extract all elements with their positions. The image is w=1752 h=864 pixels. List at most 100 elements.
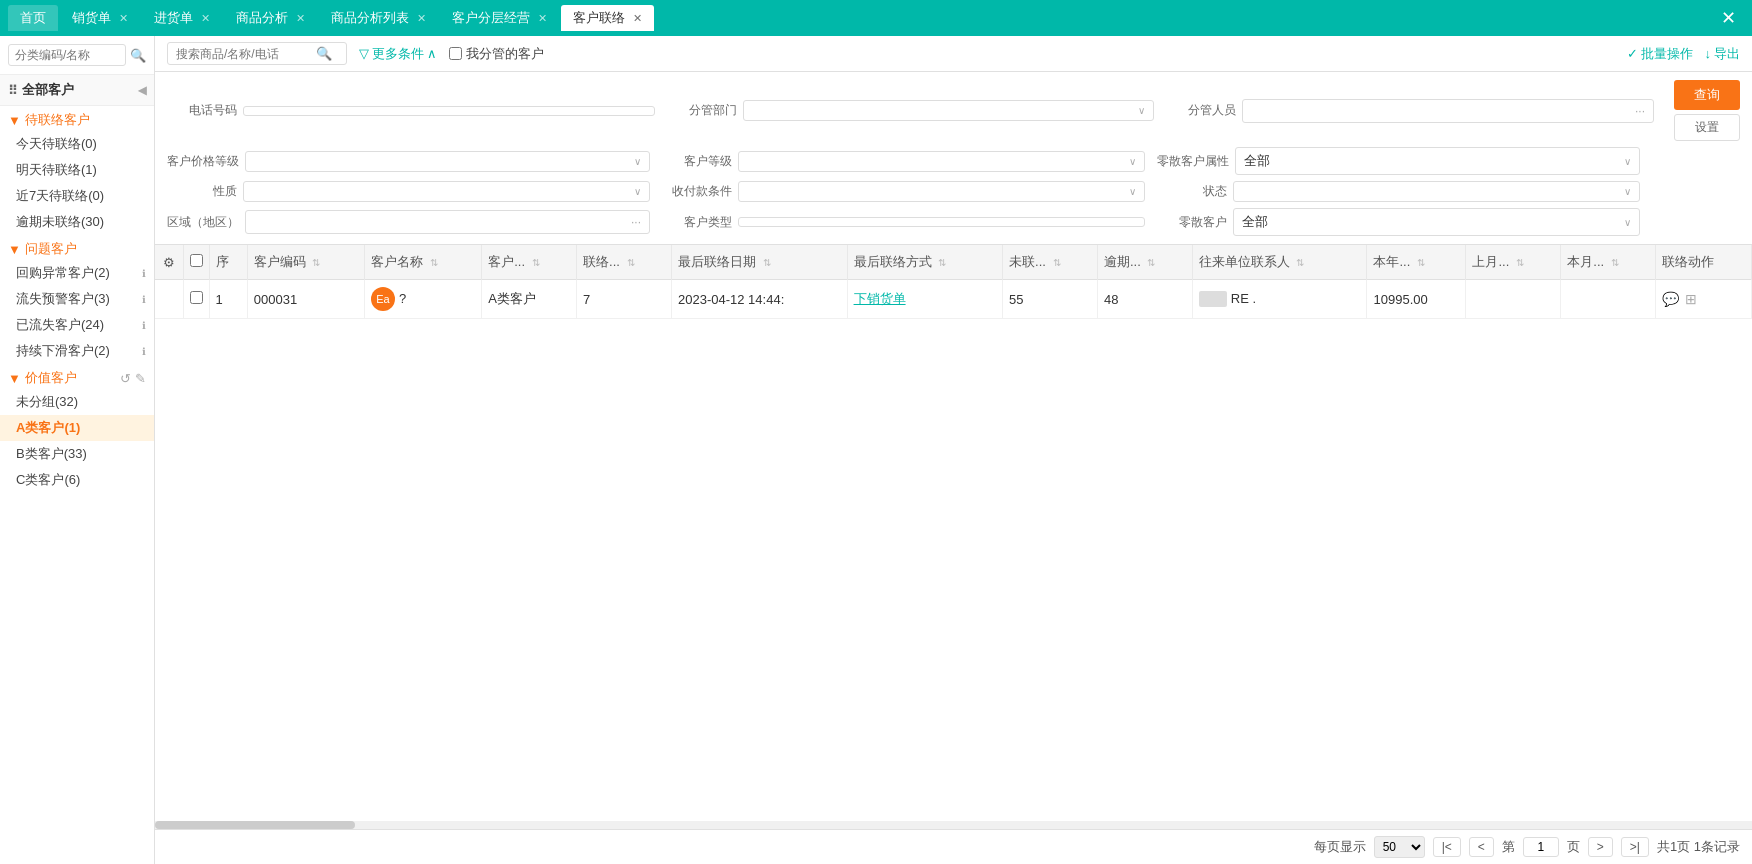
window-close-button[interactable]: ✕ [1713,7,1744,29]
col-this-month[interactable]: 本月... ⇅ [1561,245,1656,280]
sidebar-search-icon[interactable]: 🔍 [130,48,146,63]
sidebar-search-input[interactable] [8,44,126,66]
horizontal-scrollbar[interactable] [155,821,1752,829]
cell-code: 000031 [247,280,364,319]
sidebar-item-overdue[interactable]: 逾期未联络(30) [0,209,154,235]
batch-operation-button[interactable]: ✓ 批量操作 [1627,45,1693,63]
first-page-button[interactable]: |< [1433,837,1461,857]
scrollbar-thumb[interactable] [155,821,355,829]
sidebar-item-lost[interactable]: 已流失客户(24) ℹ [0,312,154,338]
sidebar-item-ungroup[interactable]: 未分组(32) [0,389,154,415]
filter-search-icon[interactable]: 🔍 [316,46,332,61]
tab-home[interactable]: 首页 [8,5,58,31]
tab-sales-close[interactable]: ✕ [119,12,128,25]
filter-nature-select[interactable]: ∨ [243,181,650,202]
col-last-method-sort: ⇅ [938,257,946,268]
col-last-month[interactable]: 上月... ⇅ [1466,245,1561,280]
prev-page-button[interactable]: < [1469,837,1494,857]
col-code[interactable]: 客户编码 ⇅ [247,245,364,280]
tab-analysis-close[interactable]: ✕ [296,12,305,25]
col-company-contact[interactable]: 往来单位联系人 ⇅ [1192,245,1367,280]
select-all-checkbox[interactable] [190,254,203,267]
filter-dept-select[interactable]: ∨ [743,100,1155,121]
page-number-input[interactable] [1523,837,1559,857]
action-chat-icon[interactable]: 💬 [1662,291,1679,307]
company-contact-bar [1199,291,1227,307]
filter-phone-input[interactable] [243,106,655,116]
query-button[interactable]: 查询 [1674,80,1740,110]
sidebar-group-value-refresh[interactable]: ↺ [120,371,131,386]
tab-customer-contact-close[interactable]: ✕ [633,12,642,25]
filter-dept: 分管部门 ∨ [667,100,1155,121]
sidebar-group-value-edit[interactable]: ✎ [135,371,146,386]
sidebar-item-type-a[interactable]: A类客户(1) [0,415,154,441]
sidebar-item-overdue-label: 逾期未联络(30) [16,213,104,231]
filter-search-input[interactable] [176,47,316,61]
last-page-button[interactable]: >| [1621,837,1649,857]
tab-analysis-list-close[interactable]: ✕ [417,12,426,25]
per-page-select[interactable]: 50 20 100 [1374,836,1425,858]
sidebar-item-type-c[interactable]: C类客户(6) [0,467,154,493]
col-last-method[interactable]: 最后联络方式 ⇅ [847,245,1003,280]
tab-purchase-close[interactable]: ✕ [201,12,210,25]
filter-status-label: 状态 [1157,183,1227,200]
tab-sales[interactable]: 销货单 ✕ [60,5,140,31]
sidebar-group-problem[interactable]: ▼ 问题客户 [0,235,154,260]
col-gear[interactable]: ⚙ [155,245,183,280]
tab-customer-tier-close[interactable]: ✕ [538,12,547,25]
export-button[interactable]: ↓ 导出 [1705,45,1741,63]
cell-gear [155,280,183,319]
col-contact-count[interactable]: 联络... ⇅ [577,245,672,280]
sidebar-item-type-b[interactable]: B类客户(33) [0,441,154,467]
sidebar-item-repurchase[interactable]: 回购异常客户(2) ℹ [0,260,154,286]
tab-customer-tier[interactable]: 客户分层经营 ✕ [440,5,559,31]
sidebar-item-today[interactable]: 今天待联络(0) [0,131,154,157]
filter-retail-attr-select[interactable]: 全部 ∨ [1235,147,1640,175]
sidebar-item-tomorrow-label: 明天待联络(1) [16,161,97,179]
sidebar-group-value[interactable]: ▼ 价值客户 ↺ ✎ [0,364,154,389]
sidebar-item-week[interactable]: 近7天待联络(0) [0,183,154,209]
filter-region: 区域（地区） ··· [167,210,650,234]
table-header-row: ⚙ 序 客户编码 ⇅ 客户名称 ⇅ 客户... ⇅ 联络... ⇅ 最后联络日期… [155,245,1752,280]
sidebar-item-declining[interactable]: 持续下滑客户(2) ℹ [0,338,154,364]
col-company-contact-sort: ⇅ [1296,257,1304,268]
sidebar-item-declining-info: ℹ [142,346,146,357]
sidebar-item-tomorrow[interactable]: 明天待联络(1) [0,157,154,183]
filter-status-select[interactable]: ∨ [1233,181,1640,202]
col-type[interactable]: 客户... ⇅ [482,245,577,280]
filter-retail-customer-value: 全部 [1242,213,1268,231]
filter-person: 分管人员 ··· [1166,99,1654,123]
cell-company-contact: RE . [1192,280,1367,319]
settings-button[interactable]: 设置 [1674,114,1740,141]
filter-price-level-select[interactable]: ∨ [245,151,650,172]
filter-payment-select[interactable]: ∨ [738,181,1145,202]
last-method-link[interactable]: 下销货单 [854,291,906,306]
sidebar-all-customers[interactable]: ⠿ 全部客户 ◀ [0,75,154,106]
sidebar-group-pending[interactable]: ▼ 待联络客户 [0,106,154,131]
tab-analysis[interactable]: 商品分析 ✕ [224,5,317,31]
col-name[interactable]: 客户名称 ⇅ [364,245,481,280]
my-customers-label: 我分管的客户 [466,45,544,63]
tab-purchase[interactable]: 进货单 ✕ [142,5,222,31]
col-uncontacted[interactable]: 未联... ⇅ [1003,245,1098,280]
tab-customer-contact[interactable]: 客户联络 ✕ [561,5,654,31]
tab-analysis-list[interactable]: 商品分析列表 ✕ [319,5,438,31]
filter-region-input[interactable]: ··· [245,210,650,234]
my-customers-checkbox[interactable] [449,47,462,60]
sidebar-item-repurchase-label: 回购异常客户(2) [16,264,110,282]
more-conditions-button[interactable]: ▽ 更多条件 ∧ [359,45,437,63]
action-grid-icon[interactable]: ⊞ [1685,291,1697,307]
next-page-button[interactable]: > [1588,837,1613,857]
filter-retail-customer-select[interactable]: 全部 ∨ [1233,208,1640,236]
filter-person-input[interactable]: ··· [1242,99,1654,123]
col-year-amount[interactable]: 本年... ⇅ [1367,245,1466,280]
col-last-date[interactable]: 最后联络日期 ⇅ [671,245,847,280]
sidebar-item-churn[interactable]: 流失预警客户(3) ℹ [0,286,154,312]
filter-customer-type-input[interactable] [738,217,1145,227]
col-year-amount-sort: ⇅ [1417,257,1425,268]
filter-customer-level-select[interactable]: ∨ [738,151,1145,172]
row-checkbox[interactable] [190,291,203,304]
filter-row-4: 区域（地区） ··· 客户类型 零散客户 全部 ∨ [167,208,1740,236]
col-overdue[interactable]: 逾期... ⇅ [1097,245,1192,280]
table-row: 1 000031 Ea? A类客户 7 2023-04-12 14:44: 下销… [155,280,1752,319]
